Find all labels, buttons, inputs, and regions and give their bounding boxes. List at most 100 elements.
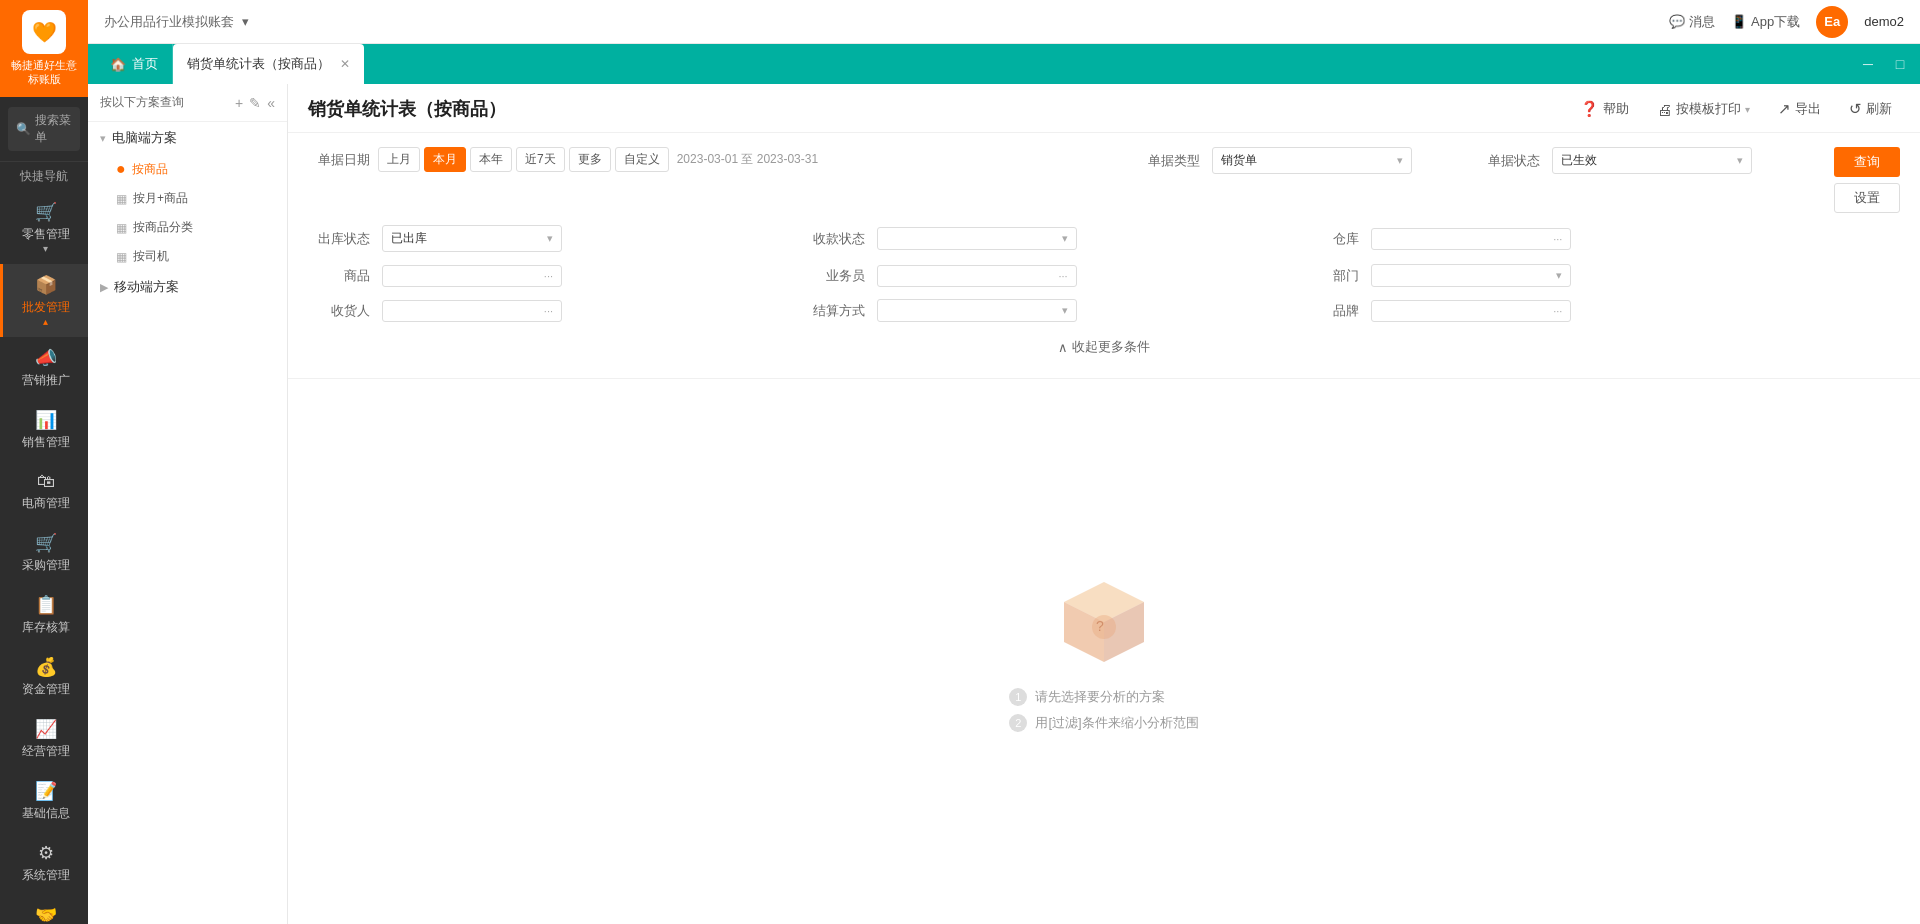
help-btn[interactable]: ❓ 帮助 [1572,96,1637,122]
content-area: 按以下方案查询 + ✎ « ▾ 电脑端方案 ● 按商品 ▦ 按月+商品 [88,84,1920,924]
sidebar-label-wholesale: 批发管理 [22,299,70,316]
sidebar-item-finance[interactable]: 💰 资金管理 [0,646,88,708]
sidebar-item-marketing[interactable]: 📣 营销推广 [0,337,88,399]
settings-btn[interactable]: 设置 [1834,183,1900,213]
goods-select[interactable]: ··· [382,265,562,287]
tab-close-btn[interactable]: ✕ [340,57,350,71]
tab-report[interactable]: 销货单统计表（按商品） ✕ [173,44,364,84]
sidebar-label-sales: 销售管理 [22,434,70,451]
sidebar-search[interactable]: 🔍 搜索菜单 [0,97,88,162]
tree-group-desktop[interactable]: ▾ 电脑端方案 [88,122,287,154]
department-arrow: ▾ [1556,269,1562,282]
empty-state: ? 1 请先选择要分析的方案 2 用[过滤]条件来缩小分析范围 [288,379,1920,924]
warehouse-arrow: ··· [1553,233,1562,245]
date-last7-btn[interactable]: 近7天 [516,147,565,172]
bill-status-value: 已生效 [1561,152,1729,169]
sidebar-label-basic: 基础信息 [22,805,70,822]
logo-icon: 🧡 [22,10,66,54]
tree-group-mobile[interactable]: ▶ 移动端方案 [88,271,287,303]
month-goods-label: 按月+商品 [133,190,188,207]
date-this-year-btn[interactable]: 本年 [470,147,512,172]
date-custom-btn[interactable]: 自定义 [615,147,669,172]
receive-status-arrow: ▾ [1062,232,1068,245]
user-avatar[interactable]: Ea [1816,6,1848,38]
department-label: 部门 [1297,267,1367,285]
add-scheme-btn[interactable]: + [235,95,243,111]
tree-item-month-goods[interactable]: ▦ 按月+商品 [88,184,287,213]
export-icon: ↗ [1778,100,1791,118]
refresh-btn[interactable]: ↺ 刷新 [1841,96,1900,122]
tip-2-text: 用[过滤]条件来缩小分析范围 [1035,714,1198,732]
bill-type-value: 销货单 [1221,152,1389,169]
tab-home-label: 首页 [132,55,158,73]
sidebar-label-system: 系统管理 [22,867,70,884]
template-print-btn[interactable]: 🖨 按模板打印 ▾ [1649,96,1758,122]
message-btn[interactable]: 💬 消息 [1669,13,1715,31]
tab-maximize-btn[interactable]: □ [1888,52,1912,76]
sidebar-item-operation[interactable]: 📈 经营管理 [0,708,88,770]
edit-scheme-btn[interactable]: ✎ [249,95,261,111]
minimize-icon: ─ [1863,56,1873,72]
sales-icon: 📊 [35,409,57,431]
date-more-btn[interactable]: 更多 [569,147,611,172]
template-print-arrow: ▾ [1745,104,1750,115]
empty-illustration-svg: ? [1044,572,1164,672]
sidebar-item-retail[interactable]: 🛒 零售管理 ▾ [0,191,88,264]
tree-item-driver[interactable]: ▦ 按司机 [88,242,287,271]
sidebar-item-ecommerce[interactable]: 🛍 电商管理 [0,461,88,522]
sidebar-item-basic[interactable]: 📝 基础信息 [0,770,88,832]
sidebar-item-purchase[interactable]: 🛒 采购管理 [0,522,88,584]
tab-home[interactable]: 🏠 首页 [96,44,173,84]
tree-item-by-goods[interactable]: ● 按商品 [88,154,287,184]
tab-minimize-btn[interactable]: ─ [1856,52,1880,76]
sidebar-item-enterprise[interactable]: 🤝 企业协同 [0,894,88,924]
export-btn[interactable]: ↗ 导出 [1770,96,1829,122]
marketing-icon: 📣 [35,347,57,369]
industry-selector[interactable]: 办公用品行业模拟账套 ▾ [104,13,249,31]
driver-label: 按司机 [133,248,169,265]
out-status-select[interactable]: 已出库 ▾ [382,225,562,252]
tree-item-goods-category[interactable]: ▦ 按商品分类 [88,213,287,242]
receive-status-select[interactable]: ▾ [877,227,1077,250]
salesman-select[interactable]: ··· [877,265,1077,287]
app-download-btn[interactable]: 📱 App下载 [1731,13,1800,31]
date-prev-month-btn[interactable]: 上月 [378,147,420,172]
consignee-select[interactable]: ··· [382,300,562,322]
collapse-panel-btn[interactable]: « [267,95,275,111]
sidebar-logo[interactable]: 🧡 畅捷通好生意 标账版 [0,0,88,97]
department-select[interactable]: ▾ [1371,264,1571,287]
warehouse-select[interactable]: ··· [1371,228,1571,250]
collapse-chevron: ∧ [1058,340,1068,355]
sidebar-item-inventory[interactable]: 📋 库存核算 [0,584,88,646]
bill-type-select[interactable]: 销货单 ▾ [1212,147,1412,174]
date-this-month-btn[interactable]: 本月 [424,147,466,172]
page-title: 销货单统计表（按商品） [308,97,506,121]
collapse-btn[interactable]: ∧ 收起更多条件 [308,330,1900,364]
brand-dots: ··· [1553,305,1562,317]
brand-select[interactable]: ··· [1371,300,1571,322]
driver-icon: ▦ [116,250,127,264]
warehouse-label: 仓库 [1297,230,1367,248]
bill-status-select[interactable]: 已生效 ▾ [1552,147,1752,174]
payment-label: 结算方式 [803,302,873,320]
left-panel-actions: + ✎ « [235,95,275,111]
operation-icon: 📈 [35,718,57,740]
empty-tips: 1 请先选择要分析的方案 2 用[过滤]条件来缩小分析范围 [1009,688,1198,732]
sidebar-item-sales[interactable]: 📊 销售管理 [0,399,88,461]
by-goods-icon: ● [116,160,126,178]
home-icon: 🏠 [110,57,126,72]
sidebar: 🧡 畅捷通好生意 标账版 🔍 搜索菜单 快捷导航 🛒 零售管理 ▾ 📦 批发管理… [0,0,88,924]
export-label: 导出 [1795,100,1821,118]
tip-1-num: 1 [1009,688,1027,706]
sidebar-label-finance: 资金管理 [22,681,70,698]
sidebar-item-system[interactable]: ⚙ 系统管理 [0,832,88,894]
sidebar-nav-label: 快捷导航 [12,162,76,191]
wholesale-icon: 📦 [35,274,57,296]
maximize-icon: □ [1896,56,1904,72]
sidebar-item-wholesale[interactable]: 📦 批发管理 ▴ [0,264,88,337]
salesman-label: 业务员 [803,267,873,285]
query-btn[interactable]: 查询 [1834,147,1900,177]
month-goods-icon: ▦ [116,192,127,206]
help-icon: ❓ [1580,100,1599,118]
payment-select[interactable]: ▾ [877,299,1077,322]
